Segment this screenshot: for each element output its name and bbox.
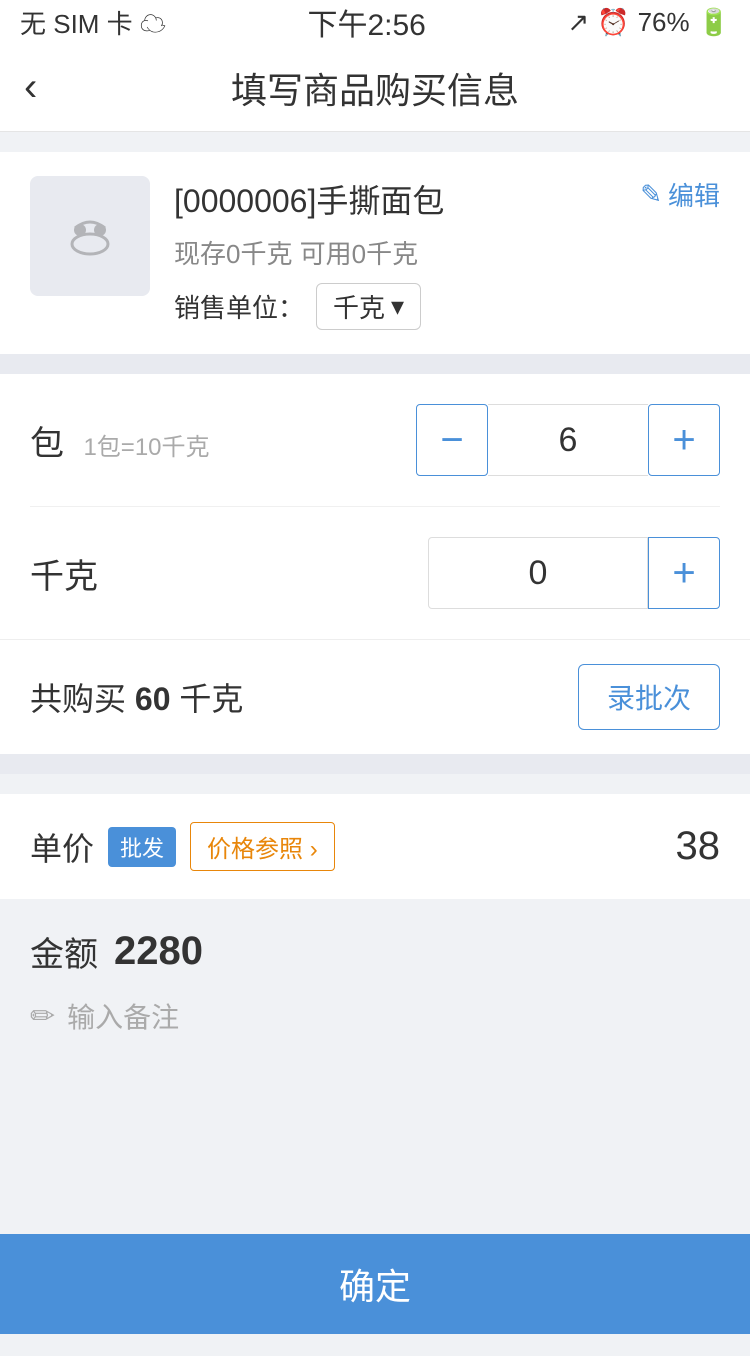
price-tag-badge: 批发 xyxy=(108,827,176,867)
qty-label-kg: 千克 xyxy=(30,549,428,598)
battery-icon: 🔋 xyxy=(698,7,730,38)
product-logo-icon xyxy=(60,206,120,266)
total-section: 共购买 60 千克 录批次 xyxy=(0,639,750,754)
alarm-icon: ⏰ xyxy=(597,7,629,38)
battery-text: 76% xyxy=(638,7,690,38)
note-row[interactable]: ✏ 输入备注 xyxy=(30,996,720,1036)
total-text: 共购买 60 千克 xyxy=(30,674,243,720)
price-row: 单价 批发 价格参照 › 38 xyxy=(30,822,720,871)
status-time: 下午2:56 xyxy=(307,0,425,44)
qty-input-bao[interactable] xyxy=(488,404,648,476)
location-icon: ↗ xyxy=(567,7,589,38)
nav-bar: ‹ 填写商品购买信息 xyxy=(0,44,750,132)
qty-row-kg: 千克 + xyxy=(30,507,720,639)
qty-decrement-bao[interactable]: − xyxy=(416,404,488,476)
price-value: 38 xyxy=(676,824,721,869)
qty-control-kg: + xyxy=(428,537,720,609)
price-label-area: 单价 批发 价格参照 › xyxy=(30,822,335,871)
section-divider-2 xyxy=(0,754,750,774)
status-bar: 无 SIM 卡 ☁ 下午2:56 ↗ ⏰ 76% 🔋 xyxy=(0,0,750,44)
unit-label: 销售单位： xyxy=(174,288,304,325)
amount-section: 金额 2280 ✏ 输入备注 xyxy=(0,899,750,1056)
qty-increment-bao[interactable]: + xyxy=(648,404,720,476)
batch-button[interactable]: 录批次 xyxy=(578,664,720,730)
product-stock: 现存0千克 可用0千克 xyxy=(174,234,720,271)
price-section: 单价 批发 价格参照 › 38 xyxy=(0,794,750,899)
sim-signal-text: 无 SIM 卡 ☁ xyxy=(20,4,166,41)
amount-label: 金额 xyxy=(30,927,98,976)
price-ref-button[interactable]: 价格参照 › xyxy=(190,822,335,871)
qty-increment-kg[interactable]: + xyxy=(648,537,720,609)
chevron-down-icon: ▾ xyxy=(391,291,404,322)
note-icon: ✏ xyxy=(30,999,55,1034)
status-left: 无 SIM 卡 ☁ xyxy=(20,4,166,41)
qty-input-kg[interactable] xyxy=(428,537,648,609)
page-title: 填写商品购买信息 xyxy=(231,62,519,114)
total-amount: 60 xyxy=(135,681,179,717)
qty-row-bao: 包 1包=10千克 − + xyxy=(30,374,720,507)
qty-section: 包 1包=10千克 − + 千克 + xyxy=(0,374,750,639)
price-label: 单价 xyxy=(30,824,94,870)
product-name: [0000006]手撕面包 xyxy=(174,176,720,222)
qty-hint-bao: 1包=10千克 xyxy=(83,434,209,461)
qty-label-bao: 包 1包=10千克 xyxy=(30,416,416,465)
status-right: ↗ ⏰ 76% 🔋 xyxy=(567,7,730,38)
note-text: 输入备注 xyxy=(67,996,179,1036)
product-unit-row: 销售单位： 千克 ▾ xyxy=(174,283,720,330)
edit-button[interactable]: ✎ 编辑 xyxy=(640,176,720,213)
edit-icon: ✎ xyxy=(640,179,662,210)
qty-control-bao: − + xyxy=(416,404,720,476)
back-button[interactable]: ‹ xyxy=(24,65,37,110)
product-card: [0000006]手撕面包 现存0千克 可用0千克 销售单位： 千克 ▾ ✎ 编… xyxy=(0,152,750,354)
amount-value: 2280 xyxy=(114,929,203,974)
section-divider-1 xyxy=(0,354,750,374)
confirm-button[interactable]: 确定 xyxy=(0,1234,750,1334)
product-info: [0000006]手撕面包 现存0千克 可用0千克 销售单位： 千克 ▾ xyxy=(174,176,720,330)
unit-select[interactable]: 千克 ▾ xyxy=(316,283,421,330)
amount-row: 金额 2280 xyxy=(30,927,720,976)
product-image xyxy=(30,176,150,296)
